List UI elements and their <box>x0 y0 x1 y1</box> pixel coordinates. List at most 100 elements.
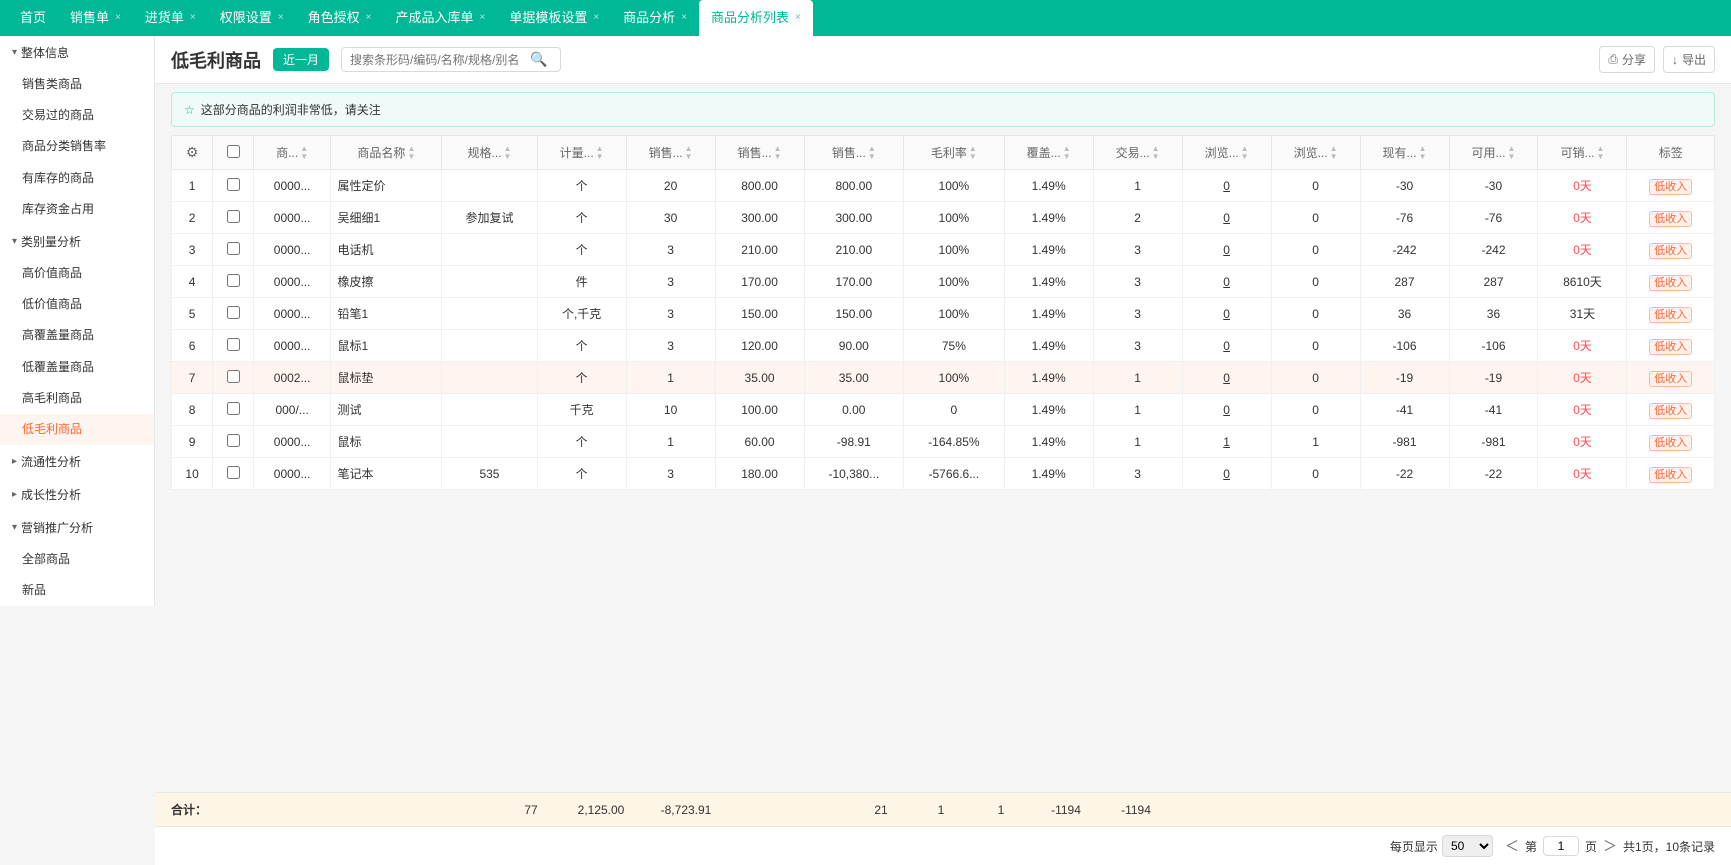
row-browse1[interactable]: 0 <box>1182 234 1271 266</box>
sidebar-group-growth-analysis[interactable]: ▸ 成长性分析 <box>0 478 154 511</box>
col-spec[interactable]: 规格...▲▼ <box>442 136 537 170</box>
sidebar-group-flow-analysis[interactable]: ▸ 流通性分析 <box>0 445 154 478</box>
col-available[interactable]: 可用...▲▼ <box>1449 136 1538 170</box>
select-all-checkbox[interactable] <box>227 145 240 158</box>
row-browse1[interactable]: 1 <box>1182 426 1271 458</box>
close-icon[interactable]: × <box>366 0 372 36</box>
col-gross-rate[interactable]: 毛利率▲▼ <box>904 136 1005 170</box>
search-input[interactable] <box>350 53 530 67</box>
sidebar-item-traded-goods[interactable]: 交易过的商品 <box>0 100 154 131</box>
row-select-checkbox[interactable] <box>227 338 240 351</box>
sidebar-item-low-value[interactable]: 低价值商品 <box>0 289 154 320</box>
row-sales-qty: 3 <box>626 458 715 490</box>
close-icon[interactable]: × <box>681 0 687 36</box>
row-coverage: 1.49% <box>1004 362 1093 394</box>
sidebar-item-high-profit[interactable]: 高毛利商品 <box>0 383 154 414</box>
col-saleable[interactable]: 可销...▲▼ <box>1538 136 1627 170</box>
close-icon[interactable]: × <box>593 0 599 36</box>
tag-badge: 低收入 <box>1649 275 1692 291</box>
row-checkbox[interactable] <box>213 298 254 330</box>
row-select-checkbox[interactable] <box>227 370 240 383</box>
settings-icon[interactable]: ⚙ <box>186 144 199 160</box>
nav-roles[interactable]: 角色授权 × <box>296 0 384 36</box>
col-sales-price[interactable]: 销售...▲▼ <box>715 136 804 170</box>
nav-home[interactable]: 首页 <box>8 0 58 36</box>
col-code[interactable]: 商...▲▼ <box>253 136 331 170</box>
col-unit[interactable]: 计量...▲▼ <box>537 136 626 170</box>
row-checkbox[interactable] <box>213 362 254 394</box>
sidebar-group-general[interactable]: ▾ 整体信息 <box>0 36 154 69</box>
col-tag[interactable]: 标签 <box>1627 136 1715 170</box>
sidebar-item-all-goods[interactable]: 全部商品 <box>0 544 154 575</box>
col-sales-qty[interactable]: 销售...▲▼ <box>626 136 715 170</box>
row-browse1[interactable]: 0 <box>1182 362 1271 394</box>
row-browse1[interactable]: 0 <box>1182 170 1271 202</box>
sidebar-item-inventory-goods[interactable]: 有库存的商品 <box>0 163 154 194</box>
sidebar-group-value-analysis[interactable]: ▾ 类别量分析 <box>0 225 154 258</box>
col-settings[interactable]: ⚙ <box>172 136 213 170</box>
row-checkbox[interactable] <box>213 234 254 266</box>
row-saleable: 31天 <box>1538 298 1627 330</box>
page-size-dropdown[interactable]: 50 100 200 <box>1442 835 1493 857</box>
row-select-checkbox[interactable] <box>227 402 240 415</box>
col-trade[interactable]: 交易...▲▼ <box>1093 136 1182 170</box>
row-trade: 3 <box>1093 234 1182 266</box>
nav-analysis[interactable]: 商品分析 × <box>611 0 699 36</box>
row-checkbox[interactable] <box>213 458 254 490</box>
row-select-checkbox[interactable] <box>227 466 240 479</box>
nav-products[interactable]: 产成品入库单 × <box>383 0 497 36</box>
close-icon[interactable]: × <box>115 0 121 36</box>
row-select-checkbox[interactable] <box>227 274 240 287</box>
row-select-checkbox[interactable] <box>227 434 240 447</box>
table-row: 8 000/... 测试 千克 10 100.00 0.00 0 1.49% 1… <box>172 394 1715 426</box>
prev-page-button[interactable]: ＜ <box>1505 836 1519 856</box>
close-icon[interactable]: × <box>479 0 485 36</box>
filter-period-button[interactable]: 近一月 <box>273 48 329 71</box>
row-browse1[interactable]: 0 <box>1182 298 1271 330</box>
row-browse1[interactable]: 0 <box>1182 202 1271 234</box>
close-icon[interactable]: × <box>795 0 801 36</box>
row-checkbox[interactable] <box>213 394 254 426</box>
sidebar-item-sales-goods[interactable]: 销售类商品 <box>0 69 154 100</box>
sidebar-group-marketing-analysis[interactable]: ▾ 营销推广分析 <box>0 511 154 544</box>
sidebar-item-high-value[interactable]: 高价值商品 <box>0 258 154 289</box>
row-checkbox[interactable] <box>213 170 254 202</box>
export-button[interactable]: ↓ 导出 <box>1663 46 1715 73</box>
col-browse1[interactable]: 浏览...▲▼ <box>1182 136 1271 170</box>
row-browse1[interactable]: 0 <box>1182 394 1271 426</box>
nav-purchase[interactable]: 进货单 × <box>133 0 208 36</box>
row-select-checkbox[interactable] <box>227 178 240 191</box>
row-checkbox[interactable] <box>213 266 254 298</box>
share-button[interactable]: ⎙ 分享 <box>1599 46 1655 73</box>
col-name[interactable]: 商品名称▲▼ <box>331 136 442 170</box>
sidebar-item-low-coverage[interactable]: 低覆盖量商品 <box>0 352 154 383</box>
row-select-checkbox[interactable] <box>227 306 240 319</box>
nav-templates[interactable]: 单据模板设置 × <box>497 0 611 36</box>
nav-sales[interactable]: 销售单 × <box>58 0 133 36</box>
row-select-checkbox[interactable] <box>227 210 240 223</box>
sidebar-item-high-coverage[interactable]: 高覆盖量商品 <box>0 320 154 351</box>
row-select-checkbox[interactable] <box>227 242 240 255</box>
row-browse1[interactable]: 0 <box>1182 266 1271 298</box>
close-icon[interactable]: × <box>278 0 284 36</box>
col-sales-profit[interactable]: 销售...▲▼ <box>804 136 904 170</box>
search-icon[interactable]: 🔍 <box>530 51 547 68</box>
row-browse1[interactable]: 0 <box>1182 458 1271 490</box>
row-browse1[interactable]: 0 <box>1182 330 1271 362</box>
row-checkbox[interactable] <box>213 202 254 234</box>
page-number-input[interactable] <box>1543 836 1579 856</box>
sidebar-item-capital-use[interactable]: 库存资金占用 <box>0 194 154 225</box>
nav-analysis-list[interactable]: 商品分析列表 × <box>699 0 813 36</box>
col-browse2[interactable]: 浏览...▲▼ <box>1271 136 1360 170</box>
col-checkbox[interactable] <box>213 136 254 170</box>
sidebar-item-goods-by-category[interactable]: 商品分类销售率 <box>0 131 154 162</box>
row-checkbox[interactable] <box>213 330 254 362</box>
close-icon[interactable]: × <box>190 0 196 36</box>
next-page-button[interactable]: ＞ <box>1603 836 1617 856</box>
sidebar-item-low-profit[interactable]: 低毛利商品 <box>0 414 154 445</box>
row-checkbox[interactable] <box>213 426 254 458</box>
col-current-stock[interactable]: 现有...▲▼ <box>1360 136 1449 170</box>
sidebar-item-new-goods[interactable]: 新品 <box>0 575 154 606</box>
col-coverage[interactable]: 覆盖...▲▼ <box>1004 136 1093 170</box>
nav-permissions[interactable]: 权限设置 × <box>208 0 296 36</box>
